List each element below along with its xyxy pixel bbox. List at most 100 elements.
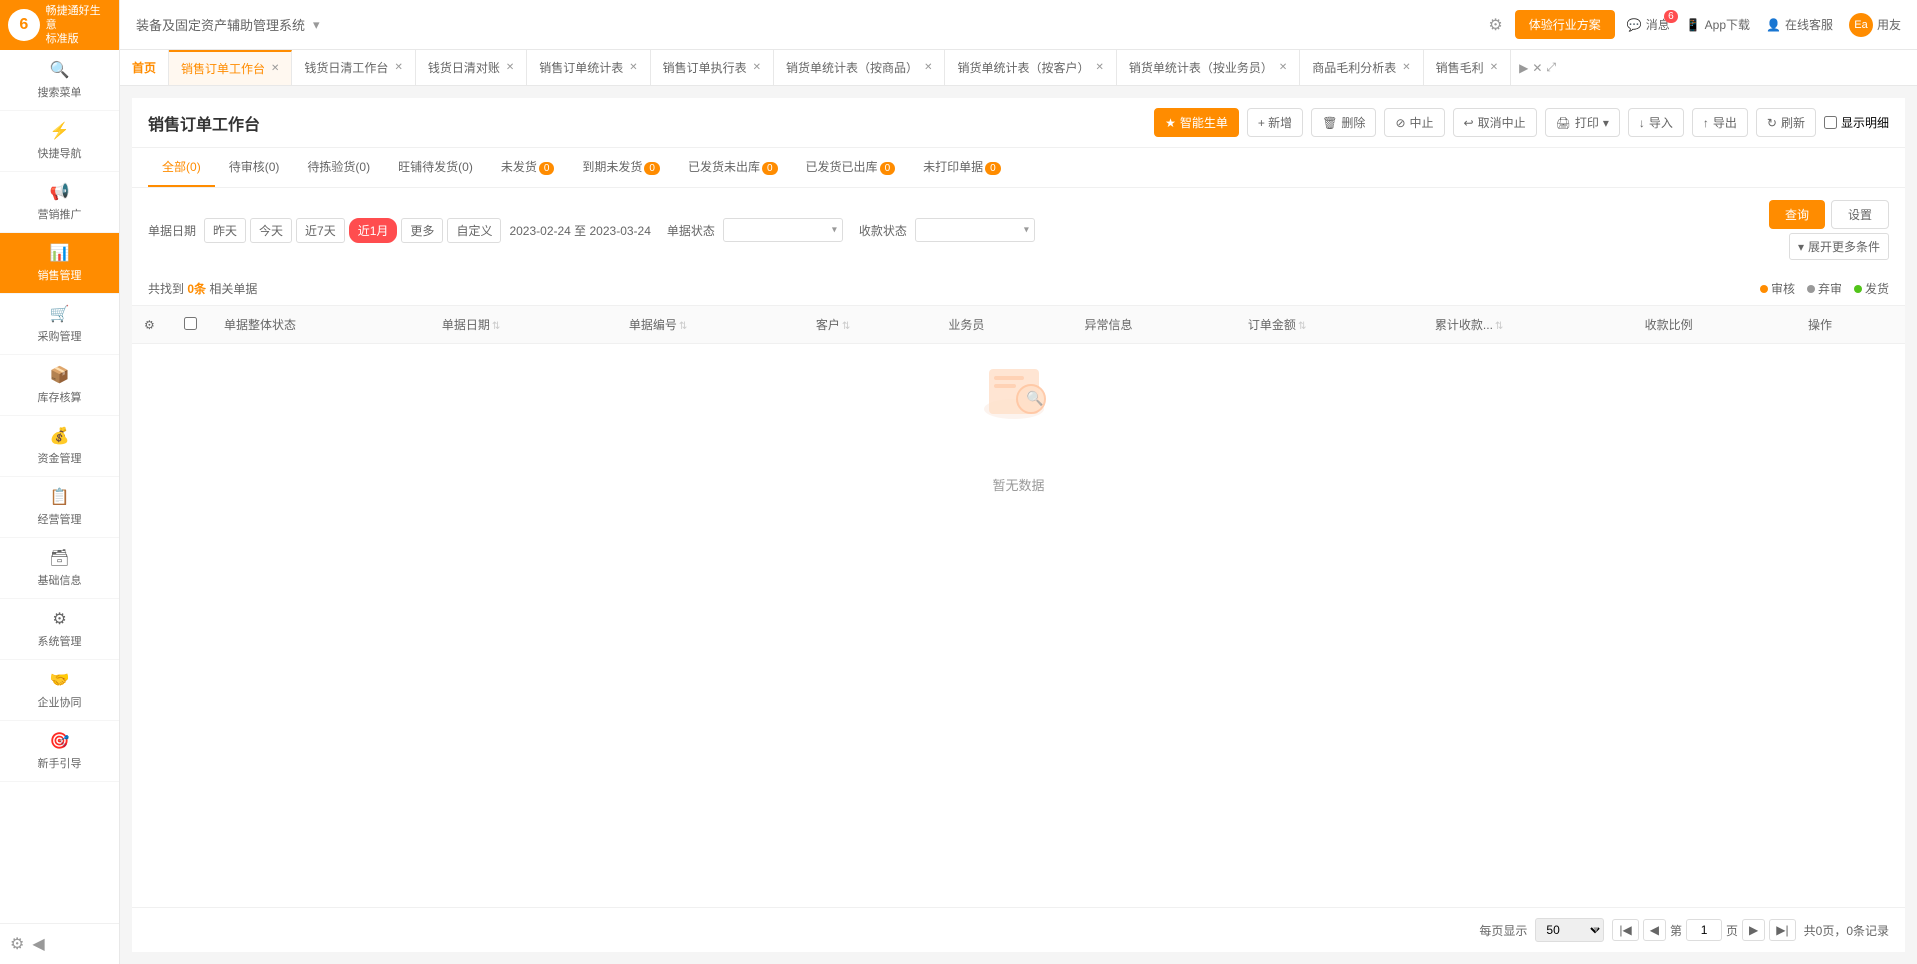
tab-gross-profit[interactable]: 商品毛利分析表 ✕ bbox=[1300, 50, 1423, 86]
tab-exec[interactable]: 销售订单执行表 ✕ bbox=[651, 50, 774, 86]
col-amount[interactable]: 订单金额⇅ bbox=[1236, 306, 1423, 344]
close-all-icon[interactable]: ✕ bbox=[1532, 61, 1542, 75]
close-icon[interactable]: ✕ bbox=[1279, 62, 1287, 73]
delete-button[interactable]: 🗑 删除 bbox=[1311, 108, 1376, 137]
close-icon[interactable]: ✕ bbox=[1095, 62, 1103, 73]
date-btn-yesterday[interactable]: 昨天 bbox=[204, 218, 246, 243]
filter-tab-wangpu[interactable]: 旺铺待发货(0) bbox=[384, 148, 487, 187]
status-select[interactable] bbox=[723, 218, 843, 242]
date-btn-today[interactable]: 今天 bbox=[250, 218, 292, 243]
cancel-stop-icon: ↩ bbox=[1464, 116, 1474, 130]
close-icon[interactable]: ✕ bbox=[629, 62, 637, 73]
filter-tab-pending-review[interactable]: 待审核(0) bbox=[215, 148, 294, 187]
show-detail-checkbox[interactable] bbox=[1824, 116, 1837, 129]
show-detail-checkbox-label[interactable]: 显示明细 bbox=[1824, 114, 1889, 131]
collection-select[interactable] bbox=[915, 218, 1035, 242]
filter-tab-all[interactable]: 全部(0) bbox=[148, 148, 215, 187]
app-download-label: App下载 bbox=[1705, 16, 1750, 33]
message-action[interactable]: 💬 消息 6 bbox=[1627, 16, 1670, 33]
date-btn-7days[interactable]: 近7天 bbox=[296, 218, 345, 243]
tab-sales-profit[interactable]: 销售毛利 ✕ bbox=[1424, 50, 1511, 86]
col-cumulative[interactable]: 累计收款...⇅ bbox=[1423, 306, 1633, 344]
set-button[interactable]: 设置 bbox=[1831, 200, 1889, 229]
col-customer[interactable]: 客户⇅ bbox=[804, 306, 937, 344]
sidebar-item-search[interactable]: 🔍 搜索菜单 bbox=[0, 50, 119, 111]
refresh-button[interactable]: ↻ 刷新 bbox=[1756, 108, 1816, 137]
reject-op[interactable]: 弃审 bbox=[1807, 280, 1842, 297]
date-field: 单据日期 昨天 今天 近7天 近1月 更多 自定义 2023-02-24 至 2… bbox=[148, 218, 651, 243]
sidebar-item-guide[interactable]: 🎯 新手引导 bbox=[0, 721, 119, 782]
filter-tab-overdue-unshipped[interactable]: 到期未发货0 bbox=[568, 148, 674, 187]
tab-sales-order[interactable]: 销售订单工作台 ✕ bbox=[169, 50, 292, 86]
topbar-settings-icon[interactable]: ⚙ bbox=[1488, 15, 1502, 35]
filter-tab-unshipped[interactable]: 未发货0 bbox=[487, 148, 569, 187]
close-icon[interactable]: ✕ bbox=[753, 62, 761, 73]
tab-stats-staff[interactable]: 销货单统计表（按业务员） ✕ bbox=[1117, 50, 1300, 86]
page-label: 第 bbox=[1670, 922, 1682, 939]
expand-conditions-button[interactable]: ▾ 展开更多条件 bbox=[1789, 233, 1889, 260]
experience-btn[interactable]: 体验行业方案 bbox=[1515, 10, 1615, 39]
close-icon[interactable]: ✕ bbox=[1402, 62, 1410, 73]
sidebar-item-basic-info[interactable]: 🗃 基础信息 bbox=[0, 538, 119, 599]
tab-home[interactable]: 首页 bbox=[120, 50, 169, 86]
smart-create-button[interactable]: ★ 智能生单 bbox=[1154, 108, 1239, 137]
col-number[interactable]: 单据编号⇅ bbox=[617, 306, 804, 344]
stop-button[interactable]: ⊘ 中止 bbox=[1384, 108, 1444, 137]
filter-tab-shipped-out[interactable]: 已发货已出库0 bbox=[792, 148, 910, 187]
prev-page-button[interactable]: ◀ bbox=[1643, 919, 1666, 941]
close-icon[interactable]: ✕ bbox=[271, 63, 279, 74]
filter-tab-unprinted[interactable]: 未打印单据0 bbox=[909, 148, 1015, 187]
app-download-action[interactable]: 📱 App下载 bbox=[1686, 16, 1750, 33]
tab-stats-customer[interactable]: 销货单统计表（按客户） ✕ bbox=[945, 50, 1116, 86]
filter-tab-shipped-not-out[interactable]: 已发货未出库0 bbox=[674, 148, 792, 187]
sidebar-item-purchase[interactable]: 🛒 采购管理 bbox=[0, 294, 119, 355]
filter-tab-pending-inspect[interactable]: 待拣验货(0) bbox=[293, 148, 384, 187]
tab-daily-clear[interactable]: 钱货日清工作台 ✕ bbox=[292, 50, 415, 86]
import-button[interactable]: ↓ 导入 bbox=[1628, 108, 1684, 137]
user-action[interactable]: Ea 用友 bbox=[1849, 13, 1901, 37]
sidebar-item-finance[interactable]: 💰 资金管理 bbox=[0, 416, 119, 477]
col-checkbox[interactable] bbox=[172, 306, 212, 344]
select-all-checkbox[interactable] bbox=[184, 317, 197, 330]
online-service-action[interactable]: 👤 在线客服 bbox=[1766, 16, 1833, 33]
sidebar-item-system[interactable]: ⚙ 系统管理 bbox=[0, 599, 119, 660]
close-icon[interactable]: ✕ bbox=[506, 62, 514, 73]
tab-label: 商品毛利分析表 bbox=[1312, 59, 1396, 76]
close-icon[interactable]: ✕ bbox=[394, 62, 402, 73]
last-page-button[interactable]: ▶| bbox=[1769, 919, 1795, 941]
cart-icon: 🛒 bbox=[50, 304, 70, 324]
sidebar-item-enterprise[interactable]: 🤝 企业协同 bbox=[0, 660, 119, 721]
col-settings[interactable]: ⚙ bbox=[132, 306, 172, 344]
print-button[interactable]: 🖨 打印 ▾ bbox=[1545, 108, 1620, 137]
tab-reconcile[interactable]: 钱货日清对账 ✕ bbox=[416, 50, 527, 86]
close-icon[interactable]: ✕ bbox=[924, 62, 932, 73]
tab-stats[interactable]: 销售订单统计表 ✕ bbox=[527, 50, 650, 86]
sidebar-item-inventory[interactable]: 📦 库存核算 bbox=[0, 355, 119, 416]
date-btn-custom[interactable]: 自定义 bbox=[447, 218, 501, 243]
sidebar-item-sales[interactable]: 📊 销售管理 bbox=[0, 233, 119, 294]
ship-op[interactable]: 发货 bbox=[1854, 280, 1889, 297]
settings-icon[interactable]: ⚙ bbox=[10, 934, 24, 954]
page-input[interactable]: 1 bbox=[1686, 919, 1722, 941]
query-button[interactable]: 查询 bbox=[1769, 200, 1825, 229]
collapse-icon[interactable]: ◀ bbox=[32, 934, 44, 954]
export-button[interactable]: ↑ 导出 bbox=[1692, 108, 1748, 137]
tabbar-more[interactable]: ▶ ✕ ⤢ bbox=[1511, 60, 1564, 75]
sidebar-item-quicknav[interactable]: ⚡ 快捷导航 bbox=[0, 111, 119, 172]
page-size-select[interactable]: 50 10 20 100 bbox=[1535, 918, 1604, 942]
approve-op[interactable]: 审核 bbox=[1760, 280, 1795, 297]
add-button[interactable]: + 新增 bbox=[1247, 108, 1303, 137]
sidebar-item-business[interactable]: 📋 经营管理 bbox=[0, 477, 119, 538]
date-btn-1month[interactable]: 近1月 bbox=[349, 218, 398, 243]
close-icon[interactable]: ✕ bbox=[1490, 62, 1498, 73]
tab-stats-product[interactable]: 销货单统计表（按商品） ✕ bbox=[774, 50, 945, 86]
cancel-stop-button[interactable]: ↩ 取消中止 bbox=[1453, 108, 1537, 137]
dropdown-icon[interactable]: ▾ bbox=[313, 17, 320, 33]
user-name: 用友 bbox=[1877, 16, 1901, 33]
next-page-button[interactable]: ▶ bbox=[1742, 919, 1765, 941]
col-date[interactable]: 单据日期⇅ bbox=[430, 306, 617, 344]
expand-icon[interactable]: ⤢ bbox=[1546, 60, 1556, 75]
first-page-button[interactable]: |◀ bbox=[1612, 919, 1638, 941]
sidebar-item-marketing[interactable]: 📢 营销推广 bbox=[0, 172, 119, 233]
date-btn-more[interactable]: 更多 bbox=[401, 218, 443, 243]
